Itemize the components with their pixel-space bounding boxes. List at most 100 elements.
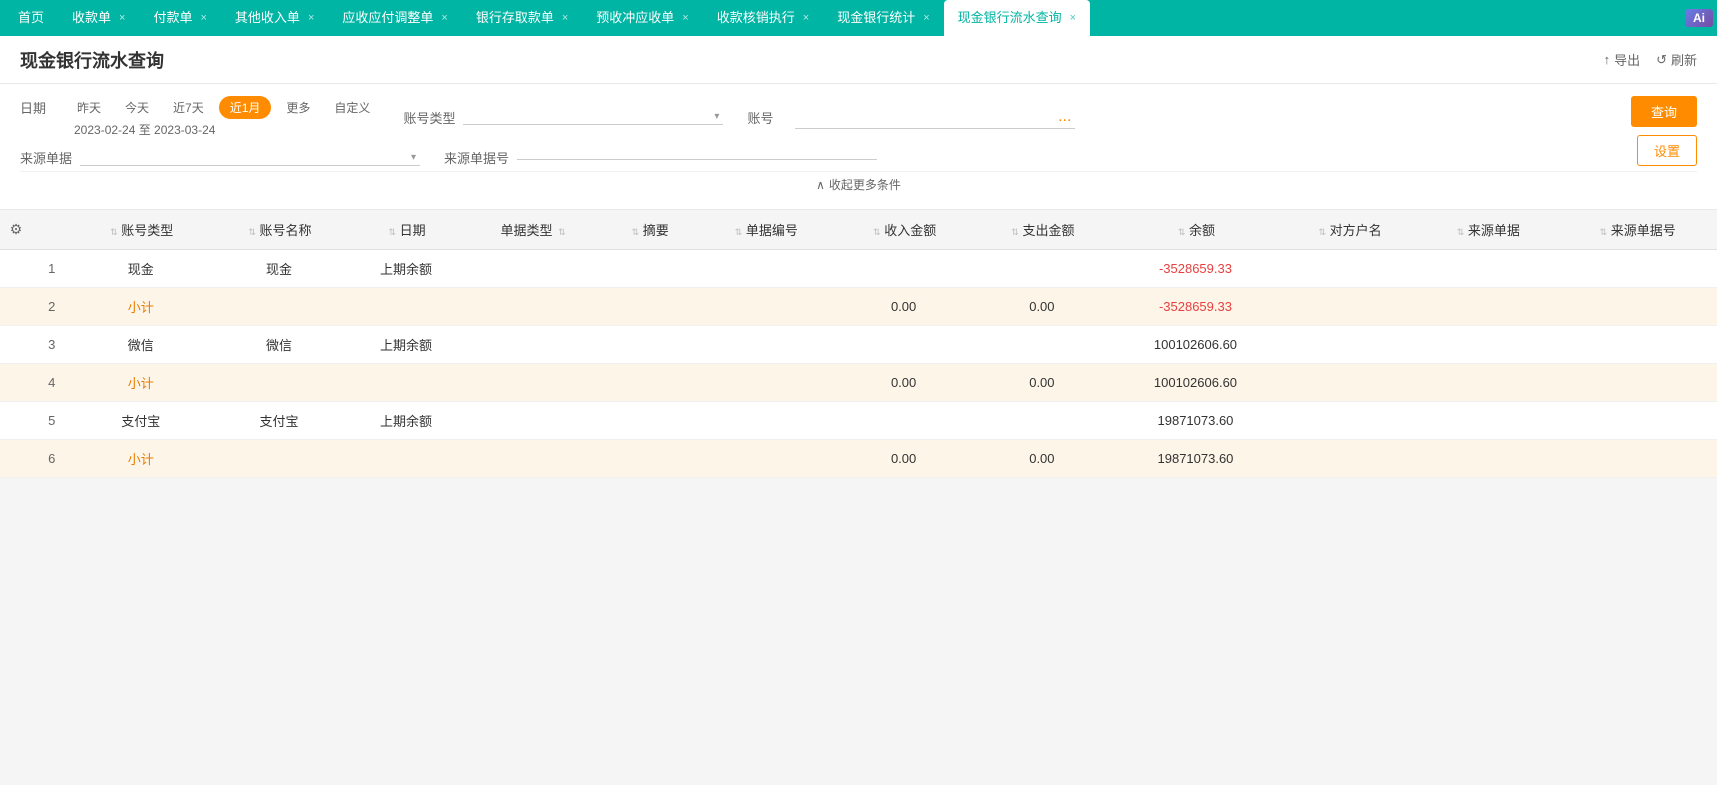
row-doc-no [696,364,834,402]
close-icon[interactable]: × [441,0,447,36]
row-counterparty [1280,364,1418,402]
table-header-account-type[interactable]: ⇅ 账号类型 [72,210,210,250]
table-header-doc-type[interactable]: 单据类型 ⇅ [464,210,602,250]
close-icon[interactable]: × [682,0,688,36]
account-input[interactable]: ... [795,106,1075,129]
close-icon[interactable]: × [803,0,809,36]
nav-other-income[interactable]: 其他收入单 × [221,0,328,36]
table-row: 2 小计 0.00 0.00 -3528659.33 [0,288,1717,326]
row-date: 上期余额 [348,326,464,364]
row-account-name: 现金 [210,250,348,288]
nav-receipt[interactable]: 收款单 × [58,0,139,36]
row-income: 0.00 [834,288,972,326]
collapse-filters-button[interactable]: ∧ 收起更多条件 [20,171,1697,197]
export-button[interactable]: ↑ 导出 [1604,50,1641,69]
ai-button[interactable]: Ai [1685,9,1713,27]
account-dots-button[interactable]: ... [1058,108,1071,126]
row-number: 4 [32,364,72,402]
refresh-icon: ↺ [1656,52,1667,68]
table-header-summary[interactable]: ⇅ 摘要 [602,210,696,250]
row-income [834,326,972,364]
nav-bank-deposit[interactable]: 银行存取款单 × [462,0,582,36]
table-header-gear[interactable]: ⚙ [0,210,32,250]
date-more[interactable]: 更多 [277,96,319,119]
close-icon[interactable]: × [923,0,929,36]
source-doc-no-input[interactable] [517,155,877,160]
table-header-counterparty[interactable]: ⇅ 对方户名 [1280,210,1418,250]
close-icon[interactable]: × [308,0,314,36]
nav-bank-flow[interactable]: 现金银行流水查询 × [944,0,1090,36]
source-doc-no-label: 来源单据号 [444,148,509,167]
header-actions: ↑ 导出 ↺ 刷新 [1604,50,1697,69]
row-source-doc [1418,440,1556,478]
row-account-type: 微信 [72,326,210,364]
row-counterparty [1280,250,1418,288]
account-type-select[interactable]: ▾ [463,109,723,125]
chevron-down-icon: ▾ [411,152,416,163]
row-counterparty [1280,402,1418,440]
nav-collection[interactable]: 收款核销执行 × [703,0,823,36]
row-number: 2 [32,288,72,326]
nav-home[interactable]: 首页 [4,0,58,36]
row-gear-cell [0,402,32,440]
date-1month[interactable]: 近1月 [219,96,272,119]
row-doc-type [464,326,602,364]
row-account-type: 小计 [72,288,210,326]
table-header-income[interactable]: ⇅ 收入金额 [834,210,972,250]
table-header-source-doc-no[interactable]: ⇅ 来源单据号 [1556,210,1717,250]
data-table-container: ⚙ ⇅ 账号类型 ⇅ 账号名称 ⇅ 日期 单据类型 ⇅ [0,210,1717,478]
row-number: 3 [32,326,72,364]
table-header-expense[interactable]: ⇅ 支出金额 [973,210,1111,250]
date-7days[interactable]: 近7天 [164,96,213,119]
sort-icon: ⇅ [1600,227,1608,237]
nav-bank-stats[interactable]: 现金银行统计 × [823,0,943,36]
row-number: 1 [32,250,72,288]
row-account-name: 微信 [210,326,348,364]
nav-payment[interactable]: 付款单 × [139,0,220,36]
row-source-doc [1418,326,1556,364]
table-header-balance[interactable]: ⇅ 余额 [1111,210,1280,250]
table-header-date[interactable]: ⇅ 日期 [348,210,464,250]
row-gear-cell [0,288,32,326]
nav-adjustment[interactable]: 应收应付调整单 × [328,0,461,36]
source-doc-no-filter: 来源单据号 [444,148,877,167]
row-date: 上期余额 [348,250,464,288]
row-balance: 19871073.60 [1111,440,1280,478]
row-income [834,402,972,440]
account-type-filter: 账号类型 ▾ [403,108,723,127]
table-header-doc-no[interactable]: ⇅ 单据编号 [696,210,834,250]
export-icon: ↑ [1604,52,1611,67]
refresh-button[interactable]: ↺ 刷新 [1656,50,1697,69]
source-doc-select[interactable]: ▾ [80,150,420,166]
row-gear-cell [0,250,32,288]
row-balance: 100102606.60 [1111,326,1280,364]
row-doc-no [696,440,834,478]
top-navigation: 首页 收款单 × 付款单 × 其他收入单 × 应收应付调整单 × 银行存取款单 … [0,0,1717,36]
close-icon[interactable]: × [1070,0,1076,36]
sort-icon: ⇅ [1457,227,1465,237]
row-expense: 0.00 [973,364,1111,402]
table-header-source-doc[interactable]: ⇅ 来源单据 [1418,210,1556,250]
close-icon[interactable]: × [562,0,568,36]
nav-advance[interactable]: 预收冲应收单 × [582,0,702,36]
row-date [348,288,464,326]
query-button[interactable]: 查询 [1631,96,1697,127]
row-income: 0.00 [834,440,972,478]
date-yesterday[interactable]: 昨天 [68,96,110,119]
date-today[interactable]: 今天 [116,96,158,119]
row-date: 上期余额 [348,402,464,440]
row-account-type: 现金 [72,250,210,288]
settings-button[interactable]: 设置 [1637,135,1697,166]
row-doc-type [464,288,602,326]
close-icon[interactable]: × [119,0,125,36]
row-summary [602,440,696,478]
table-row: 1 现金 现金 上期余额 -3528659.33 [0,250,1717,288]
row-source-doc-no [1556,250,1717,288]
gear-icon[interactable]: ⚙ [10,221,23,237]
row-doc-no [696,288,834,326]
date-custom[interactable]: 自定义 [325,96,379,119]
row-summary [602,364,696,402]
filter-area: 日期 昨天 今天 近7天 近1月 更多 自定义 2023-02-24 至 202… [0,84,1717,210]
table-header-account-name[interactable]: ⇅ 账号名称 [210,210,348,250]
close-icon[interactable]: × [200,0,206,36]
